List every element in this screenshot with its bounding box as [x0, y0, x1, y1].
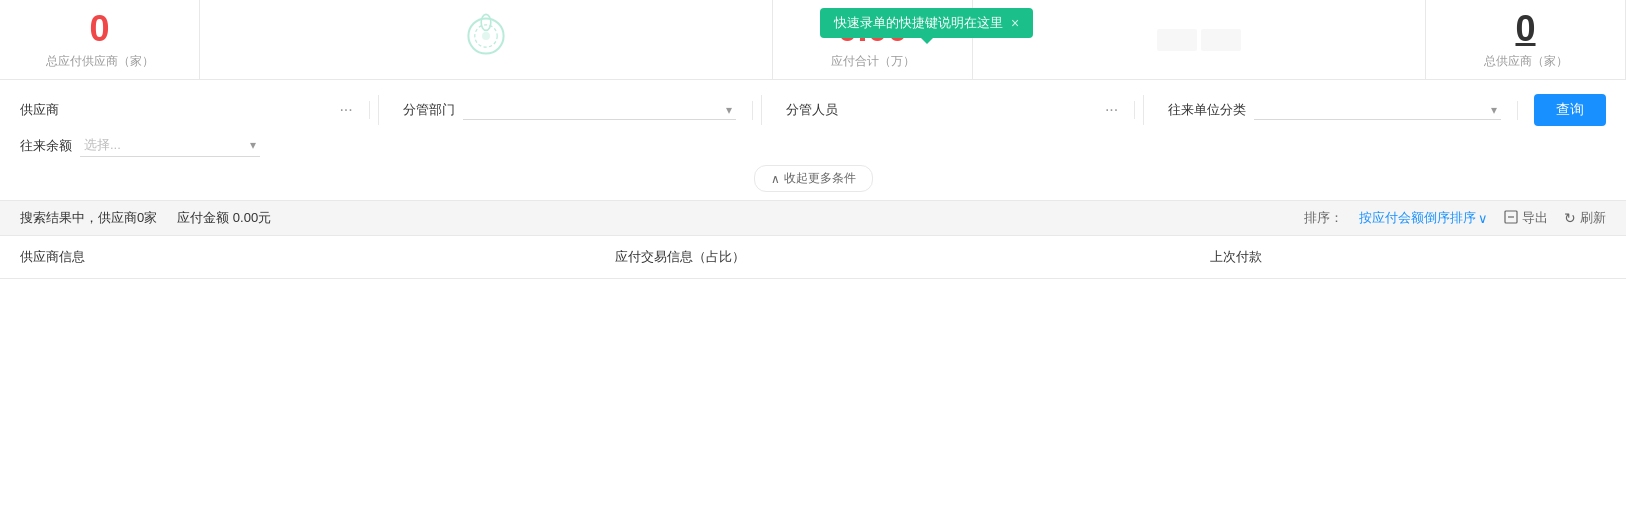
- supplier-label: 供应商: [20, 101, 70, 119]
- col-header-supplier-info: 供应商信息: [20, 248, 615, 266]
- supplier-dots-btn[interactable]: ···: [339, 101, 352, 119]
- table-body: [0, 279, 1626, 479]
- shortcut-tooltip: 快速录单的快捷键说明在这里 ×: [820, 8, 1033, 38]
- export-label: 导出: [1522, 209, 1548, 227]
- sort-value-text: 按应付会额倒序排序: [1359, 209, 1476, 227]
- sort-chevron-icon: ∨: [1478, 211, 1488, 226]
- stat-total-suppliers-label: 总供应商（家）: [1484, 53, 1568, 70]
- svg-point-2: [481, 14, 491, 30]
- stat-total-payable-suppliers: 0 总应付供应商（家）: [0, 0, 200, 79]
- filter-balance: 往来余额 选择... ▾: [20, 134, 340, 157]
- stat-total-suppliers: 0 总供应商（家）: [1426, 0, 1626, 79]
- sort-select[interactable]: 按应付会额倒序排序 ∨: [1359, 209, 1488, 227]
- decorative-icon-area: [200, 0, 773, 79]
- mint-decoration-icon: [454, 8, 518, 72]
- stat-payable-label: 总应付供应商（家）: [46, 53, 154, 70]
- refresh-button[interactable]: ↻ 刷新: [1564, 209, 1606, 227]
- stat-payable-count: 0: [89, 9, 109, 49]
- export-button[interactable]: 导出: [1504, 209, 1548, 227]
- collapse-label: 收起更多条件: [784, 170, 856, 187]
- export-svg-icon: [1504, 210, 1518, 224]
- department-label: 分管部门: [403, 101, 455, 119]
- refresh-label: 刷新: [1580, 209, 1606, 227]
- collapse-button[interactable]: ∧ 收起更多条件: [754, 165, 873, 192]
- filter-person: 分管人员 ···: [770, 101, 1136, 119]
- results-actions: 排序： 按应付会额倒序排序 ∨ 导出 ↻ 刷新: [1304, 209, 1606, 227]
- balance-placeholder: 选择...: [84, 136, 121, 154]
- tooltip-text: 快速录单的快捷键说明在这里: [834, 14, 1003, 32]
- middle-spacer: [973, 0, 1426, 79]
- collapse-row: ∧ 收起更多条件: [20, 165, 1606, 192]
- filter-department: 分管部门 ▾: [387, 101, 753, 120]
- export-icon: [1504, 210, 1518, 227]
- divider-2: [761, 95, 762, 125]
- balance-select[interactable]: 选择... ▾: [80, 134, 260, 157]
- filter-supplier: 供应商 ···: [20, 101, 370, 119]
- query-button[interactable]: 查询: [1534, 94, 1606, 126]
- supplier-input[interactable]: [78, 103, 335, 118]
- unit-category-select[interactable]: ▾: [1254, 101, 1501, 120]
- stat-payable-total-label: 应付合计（万）: [831, 53, 915, 70]
- divider-1: [378, 95, 379, 125]
- person-input[interactable]: [846, 103, 1101, 118]
- collapse-icon: ∧: [771, 172, 780, 186]
- balance-chevron-icon: ▾: [250, 138, 256, 152]
- sort-prefix: 排序：: [1304, 209, 1343, 227]
- divider-3: [1143, 95, 1144, 125]
- department-chevron-icon: ▾: [726, 103, 732, 117]
- filter-unit-category: 往来单位分类 ▾: [1152, 101, 1518, 120]
- svg-point-3: [482, 32, 490, 40]
- balance-label: 往来余额: [20, 137, 72, 155]
- table-header: 供应商信息 应付交易信息（占比） 上次付款: [0, 236, 1626, 279]
- unit-category-label: 往来单位分类: [1168, 101, 1246, 119]
- search-result-suppliers: 搜索结果中，供应商0家: [20, 209, 157, 227]
- unit-category-chevron-icon: ▾: [1491, 103, 1497, 117]
- filter-row-1: 供应商 ··· 分管部门 ▾ 分管人员 ··· 往来单位分类 ▾: [20, 94, 1606, 126]
- stat-total-suppliers-value: 0: [1515, 9, 1535, 49]
- person-label: 分管人员: [786, 101, 838, 119]
- department-select[interactable]: ▾: [463, 101, 736, 120]
- col-header-last-payment: 上次付款: [1210, 248, 1607, 266]
- filter-row-2: 往来余额 选择... ▾: [20, 134, 1606, 157]
- filter-bar: 供应商 ··· 分管部门 ▾ 分管人员 ··· 往来单位分类 ▾: [0, 80, 1626, 201]
- results-bar: 搜索结果中，供应商0家 应付金额 0.00元 排序： 按应付会额倒序排序 ∨ 导…: [0, 201, 1626, 236]
- person-dots-btn[interactable]: ···: [1105, 101, 1118, 119]
- refresh-icon: ↻: [1564, 210, 1576, 226]
- stats-bar: 0 总应付供应商（家） 0.00 应付合计（万） 0 总供应商（家） 快速录单的…: [0, 0, 1626, 80]
- results-summary: 搜索结果中，供应商0家 应付金额 0.00元: [20, 209, 271, 227]
- search-result-amount: 应付金额 0.00元: [177, 209, 271, 227]
- col-header-transaction: 应付交易信息（占比）: [615, 248, 1210, 266]
- tooltip-close-btn[interactable]: ×: [1011, 15, 1019, 31]
